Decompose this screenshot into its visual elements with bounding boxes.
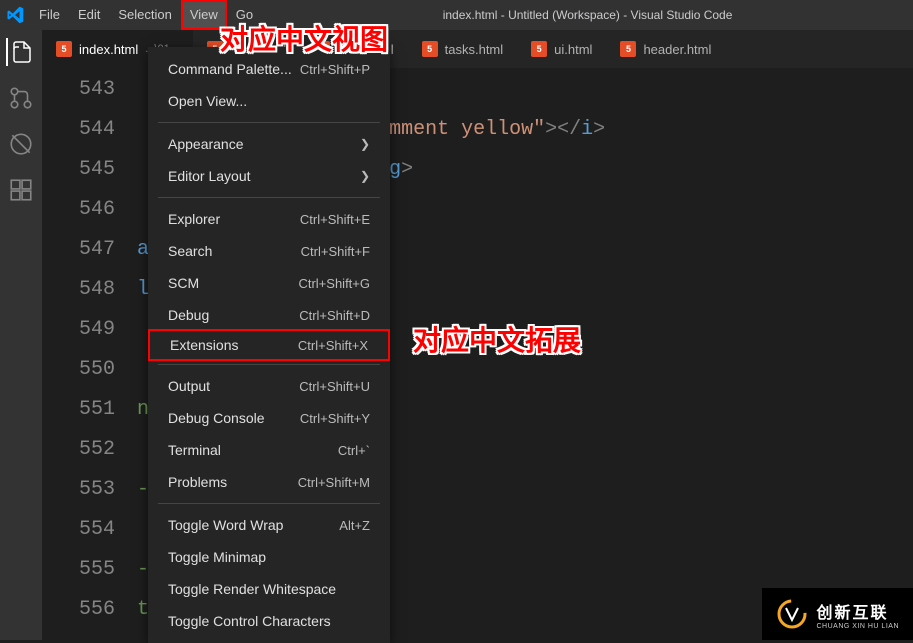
menu-item-label: Open View... [168,93,247,109]
line-number: 549 [42,310,115,350]
menu-item-shortcut: Ctrl+Shift+U [299,379,370,394]
menu-item-search[interactable]: Search Ctrl+Shift+F [148,235,390,267]
menu-item-scm[interactable]: SCM Ctrl+Shift+G [148,267,390,299]
menu-item-open-view[interactable]: Open View... [148,85,390,117]
menu-item-toggle-control-characters[interactable]: Toggle Control Characters [148,605,390,637]
brand-name-cn: 创新互联 [816,599,899,623]
line-number-gutter: 5435445455465475485495505515525535545555… [42,68,137,640]
view-menu-dropdown: Command Palette... Ctrl+Shift+P Open View.… [148,47,390,643]
menu-item-label: Toggle Render Whitespace [168,581,336,597]
tab-bar: 5 index.html ...\01... 5ages.html 5table… [0,30,913,68]
menu-item-toggle-minimap[interactable]: Toggle Minimap [148,541,390,573]
line-number: 544 [42,110,115,150]
menu-item-toggle-render-whitespace[interactable]: Toggle Render Whitespace [148,573,390,605]
menu-item-debug[interactable]: Debug Ctrl+Shift+D [148,299,390,331]
tab-label: tasks.html [445,42,504,57]
menu-item-editor-layout[interactable]: Editor Layout ❯ [148,160,390,192]
brand-name-en: CHUANG XIN HU LIAN [816,623,899,630]
tab-ui-html[interactable]: 5 ui.html [517,30,606,68]
menu-item-extensions[interactable]: Extensions Ctrl+Shift+X [148,329,390,361]
menu-item-label: Toggle Word Wrap [168,517,283,533]
line-number: 548 [42,270,115,310]
menu-item-shortcut: Ctrl+Shift+E [300,212,370,227]
menu-item-shortcut: Ctrl+` [338,443,370,458]
explorer-icon[interactable] [6,38,34,66]
html-icon: 5 [620,41,636,57]
tab-label: index.html [79,42,138,57]
menu-item-label: Search [168,243,212,259]
line-number: 551 [42,390,115,430]
vscode-logo-icon [0,0,30,30]
line-number: 556 [42,590,115,630]
menu-item-shortcut: Ctrl+Shift+G [298,276,370,291]
menu-item-problems[interactable]: Problems Ctrl+Shift+M [148,466,390,498]
menu-item-label: SCM [168,275,199,291]
menu-item-label: Toggle Control Characters [168,613,331,629]
menu-item-label: Appearance [168,136,244,152]
menu-separator [158,122,380,123]
menu-item-shortcut: Ctrl+Shift+F [301,244,370,259]
menu-item-label: Editor Layout [168,168,251,184]
html-icon: 5 [56,41,72,57]
menu-separator [158,364,380,365]
menu-item-label: Debug [168,307,209,323]
brand-logo-icon [776,598,808,630]
menu-item-label: Terminal [168,442,221,458]
menu-item-label: Problems [168,474,227,490]
menu-item-explorer[interactable]: Explorer Ctrl+Shift+E [148,203,390,235]
chevron-right-icon: ❯ [360,169,370,183]
title-bar: File Edit Selection View Go index.html -… [0,0,913,30]
menu-separator [158,503,380,504]
line-number: 554 [42,510,115,550]
chevron-right-icon: ❯ [360,137,370,151]
menu-item-shortcut: Ctrl+Shift+X [298,338,368,353]
menu-item-shortcut: Alt+Z [339,518,370,533]
menu-item-shortcut: Ctrl+Shift+Y [300,411,370,426]
menu-item-label: Output [168,378,210,394]
tab-label: header.html [643,42,711,57]
tab-label: ui.html [554,42,592,57]
debug-icon[interactable] [7,130,35,158]
menu-item-label: Debug Console [168,410,265,426]
activity-bar [0,30,42,640]
line-number: 555 [42,550,115,590]
menu-item-label: Explorer [168,211,220,227]
html-icon: 5 [422,41,438,57]
extensions-icon[interactable] [7,176,35,204]
source-control-icon[interactable] [7,84,35,112]
menu-item-terminal[interactable]: Terminal Ctrl+` [148,434,390,466]
line-number: 553 [42,470,115,510]
brand-overlay: 创新互联 CHUANG XIN HU LIAN [762,588,913,640]
menu-item-label: Toggle Minimap [168,549,266,565]
menu-item-label: Extensions [170,337,238,353]
menu-edit[interactable]: Edit [69,0,109,30]
menu-item-debug-console[interactable]: Debug Console Ctrl+Shift+Y [148,402,390,434]
menu-item-label: Command Palette... [168,61,292,77]
menu-file[interactable]: File [30,0,69,30]
menu-selection[interactable]: Selection [109,0,180,30]
menu-item-output[interactable]: Output Ctrl+Shift+U [148,370,390,402]
annotation-extensions: 对应中文拓展 [413,319,581,359]
line-number: 543 [42,70,115,110]
menu-item-appearance[interactable]: Appearance ❯ [148,128,390,160]
line-number: 552 [42,430,115,470]
menu-item-shortcut: Ctrl+Shift+P [300,62,370,77]
line-number: 550 [42,350,115,390]
menu-item-shortcut: Ctrl+Shift+D [299,308,370,323]
menu-item-toggle-word-wrap[interactable]: Toggle Word Wrap Alt+Z [148,509,390,541]
menu-separator [158,197,380,198]
menu-item-shortcut: Ctrl+Shift+M [298,475,370,490]
tab-header-html[interactable]: 5 header.html [606,30,725,68]
html-icon: 5 [531,41,547,57]
line-number: 546 [42,190,115,230]
annotation-view: 对应中文视图 [220,18,388,58]
line-number: 545 [42,150,115,190]
line-number: 547 [42,230,115,270]
tab-tasks-html[interactable]: 5 tasks.html [408,30,518,68]
